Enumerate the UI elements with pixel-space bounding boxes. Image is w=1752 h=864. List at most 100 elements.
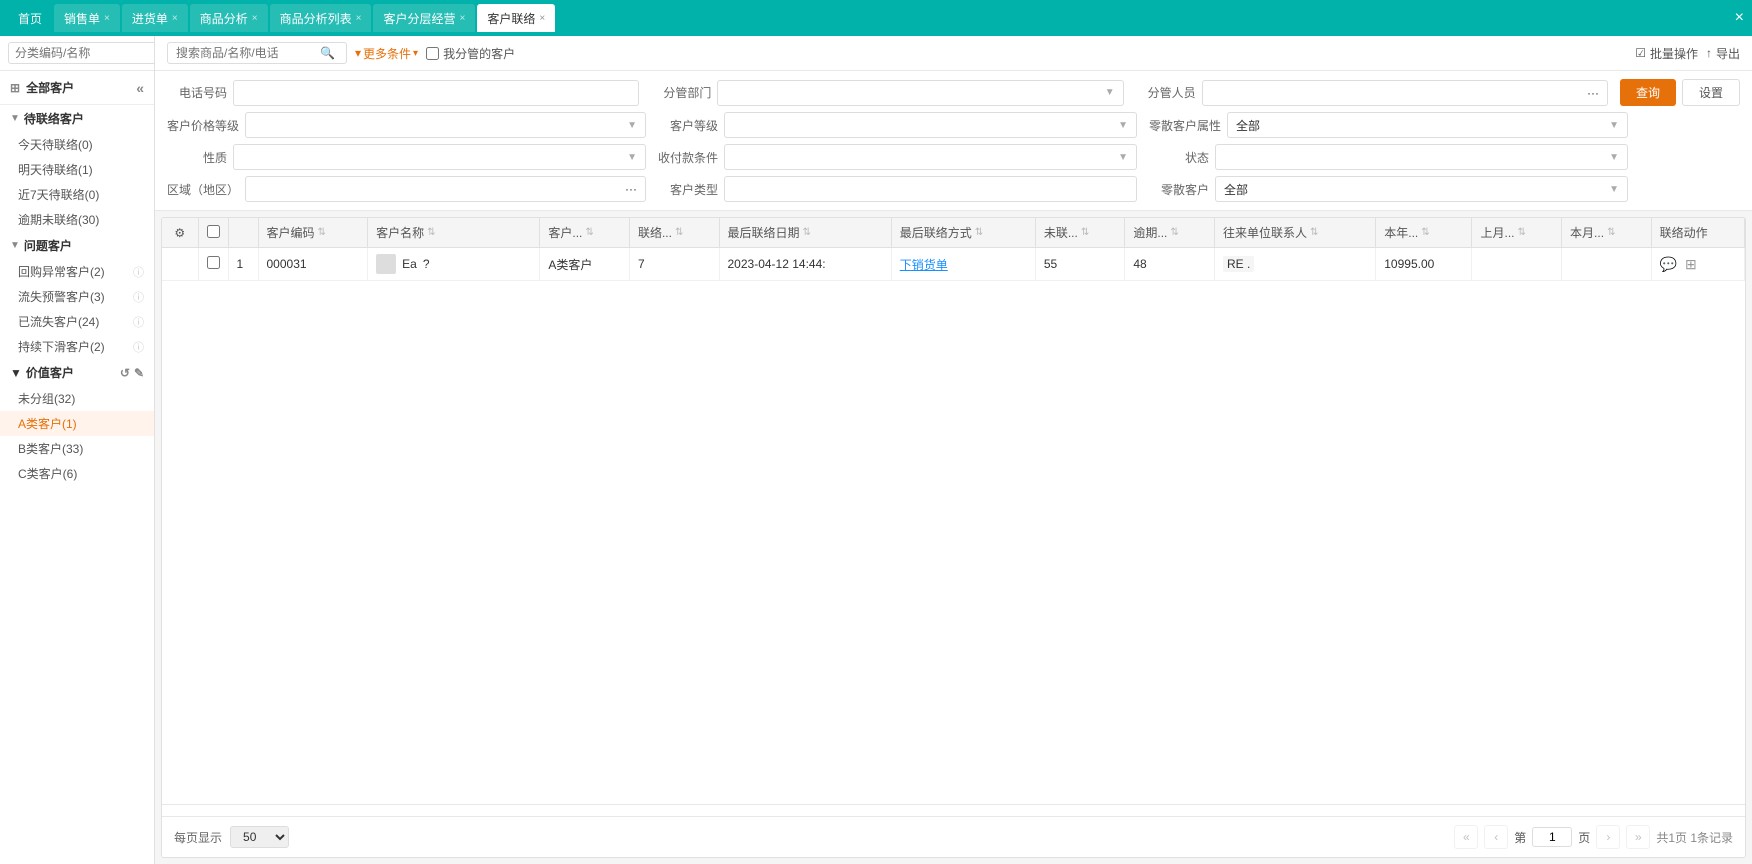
tab-customer-tier[interactable]: 客户分层经营 × [373, 4, 475, 32]
dept-select[interactable]: ▼ [717, 80, 1123, 106]
payment-select[interactable]: ▼ [724, 144, 1137, 170]
customer-type-input[interactable] [724, 176, 1137, 202]
sidebar-item-today[interactable]: 今天待联络(0) [0, 132, 154, 157]
edit-icon[interactable]: ✎ [134, 366, 144, 380]
close-product-analysis-tab[interactable]: × [252, 13, 258, 24]
filter-row-3: 性质 ▼ 收付款条件 ▼ 状态 [167, 144, 1740, 170]
phone-input[interactable] [233, 80, 639, 106]
select-all-checkbox[interactable] [207, 225, 220, 238]
customer-level-select[interactable]: ▼ [724, 112, 1137, 138]
close-customer-tier-tab[interactable]: × [459, 13, 465, 24]
sidebar-item-tomorrow[interactable]: 明天待联络(1) [0, 157, 154, 182]
nature-select[interactable]: ▼ [233, 144, 646, 170]
sort-no-contact: ⇅ [1081, 227, 1089, 238]
sidebar-item-7days[interactable]: 近7天待联络(0) [0, 182, 154, 207]
sidebar-item-c-class[interactable]: C类客户(6) [0, 461, 154, 486]
close-purchase-tab[interactable]: × [172, 13, 178, 24]
sort-code: ⇅ [318, 227, 326, 238]
table-scroll[interactable]: ⚙ 客户编码 ⇅ [162, 218, 1745, 804]
qrcode-icon[interactable]: ⊞ [1685, 256, 1697, 273]
close-product-list-tab[interactable]: × [356, 13, 362, 24]
field-status: 状态 ▼ [1149, 144, 1628, 170]
sidebar-item-a-class[interactable]: A类客户(1) [0, 411, 154, 436]
last-method-link[interactable]: 下销货单 [900, 258, 948, 272]
sidebar-item-churn-warning[interactable]: 流失预警客户(3) ⓘ [0, 284, 154, 309]
tab-sales[interactable]: 销售单 × [54, 4, 120, 32]
table-area: ⚙ 客户编码 ⇅ [161, 217, 1746, 858]
action-icons-wrap: 💬 ⊞ [1660, 256, 1736, 273]
row-select-checkbox[interactable] [207, 256, 220, 269]
retail-customer-select[interactable]: 全部 ▼ [1215, 176, 1628, 202]
settings-btn[interactable]: 设置 [1682, 79, 1740, 106]
close-customer-contact-tab[interactable]: × [539, 13, 545, 24]
col-checkbox[interactable] [198, 218, 228, 248]
section-pending-contact[interactable]: ▼ 待联络客户 [0, 105, 154, 132]
refresh-icon[interactable]: ↺ [120, 366, 130, 380]
tab-customer-contact-label: 客户联络 [487, 10, 535, 27]
export-btn[interactable]: ↑ 导出 [1706, 45, 1740, 62]
col-gear[interactable]: ⚙ [162, 218, 198, 248]
close-all-tabs[interactable]: × [1735, 9, 1744, 27]
row-last-method[interactable]: 下销货单 [891, 248, 1035, 281]
batch-op-btn[interactable]: ☑ 批量操作 [1635, 45, 1698, 62]
col-contact[interactable]: 联络... ⇅ [629, 218, 719, 248]
retail-attr-select[interactable]: 全部 ▼ [1227, 112, 1628, 138]
more-conditions-btn[interactable]: ▾ 更多条件 ▾ [355, 45, 418, 62]
col-this-year[interactable]: 本年... ⇅ [1376, 218, 1472, 248]
region-dots: ··· [625, 182, 637, 196]
col-overdue[interactable]: 逾期... ⇅ [1125, 218, 1215, 248]
col-last-contact-method[interactable]: 最后联络方式 ⇅ [891, 218, 1035, 248]
field-nature: 性质 ▼ [167, 144, 646, 170]
page-input[interactable] [1532, 827, 1572, 847]
sidebar-collapse-icon[interactable]: « [136, 80, 144, 96]
tab-purchase[interactable]: 进货单 × [122, 4, 188, 32]
per-page-select[interactable]: 50 100 200 [230, 826, 289, 848]
next-page-btn[interactable]: › [1596, 825, 1620, 849]
table-row: 1 000031 Ea? A类客户 7 2023-04-12 14:44: [162, 248, 1745, 281]
col-no-contact[interactable]: 未联... ⇅ [1035, 218, 1125, 248]
value-arrow[interactable]: ▼ [10, 366, 22, 380]
col-last-contact-date[interactable]: 最后联络日期 ⇅ [719, 218, 891, 248]
col-code[interactable]: 客户编码 ⇅ [258, 218, 368, 248]
section-problem-customers[interactable]: ▼ 问题客户 [0, 232, 154, 259]
tab-product-list[interactable]: 商品分析列表 × [270, 4, 372, 32]
manager-dots: ··· [1587, 86, 1599, 100]
tab-home[interactable]: 首页 [8, 4, 52, 32]
col-name[interactable]: 客户名称 ⇅ [368, 218, 540, 248]
col-unit-contacts[interactable]: 往来单位联系人 ⇅ [1214, 218, 1375, 248]
region-select[interactable]: ··· [245, 176, 646, 202]
status-select[interactable]: ▼ [1215, 144, 1628, 170]
tab-customer-contact[interactable]: 客户联络 × [477, 4, 555, 32]
top-nav: 首页 销售单 × 进货单 × 商品分析 × 商品分析列表 × 客户分层经营 × … [0, 0, 1752, 36]
sidebar-item-ungrouped[interactable]: 未分组(32) [0, 386, 154, 411]
sidebar-item-churned[interactable]: 已流失客户(24) ⓘ [0, 309, 154, 334]
query-btn[interactable]: 查询 [1620, 79, 1676, 106]
row-checkbox[interactable] [198, 248, 228, 281]
last-page-btn[interactable]: » [1626, 825, 1650, 849]
sidebar-search-input[interactable] [8, 42, 155, 64]
payment-label: 收付款条件 [658, 149, 718, 166]
tab-product-analysis[interactable]: 商品分析 × [190, 4, 268, 32]
close-sales-tab[interactable]: × [104, 13, 110, 24]
sidebar-item-abnormal-repurchase[interactable]: 回购异常客户(2) ⓘ [0, 259, 154, 284]
sidebar-item-b-class[interactable]: B类客户(33) [0, 436, 154, 461]
pagination-controls: « ‹ 第 页 › » 共1页 1条记录 [1454, 825, 1733, 849]
sidebar-item-declining[interactable]: 持续下滑客户(2) ⓘ [0, 334, 154, 359]
col-last-month[interactable]: 上月... ⇅ [1472, 218, 1562, 248]
manager-select[interactable]: ··· [1202, 80, 1608, 106]
prev-page-btn[interactable]: ‹ [1484, 825, 1508, 849]
col-type[interactable]: 客户... ⇅ [540, 218, 630, 248]
filter-search-icon[interactable]: 🔍 [320, 46, 335, 60]
export-label: 导出 [1716, 45, 1740, 62]
pagination-bar: 每页显示 50 100 200 « ‹ 第 页 › » 共1页 1条记录 [162, 816, 1745, 857]
col-this-month[interactable]: 本月... ⇅ [1562, 218, 1652, 248]
price-level-select[interactable]: ▼ [245, 112, 646, 138]
chat-icon[interactable]: 💬 [1660, 256, 1677, 273]
info-icon-2: ⓘ [133, 289, 144, 305]
sidebar-all-customers[interactable]: ⊞ 全部客户 « [0, 71, 154, 105]
filter-search-input[interactable] [176, 46, 316, 60]
my-customers-checkbox[interactable] [426, 47, 439, 60]
sidebar-item-overdue[interactable]: 逾期未联络(30) [0, 207, 154, 232]
first-page-btn[interactable]: « [1454, 825, 1478, 849]
h-scroll-area[interactable] [162, 804, 1745, 816]
